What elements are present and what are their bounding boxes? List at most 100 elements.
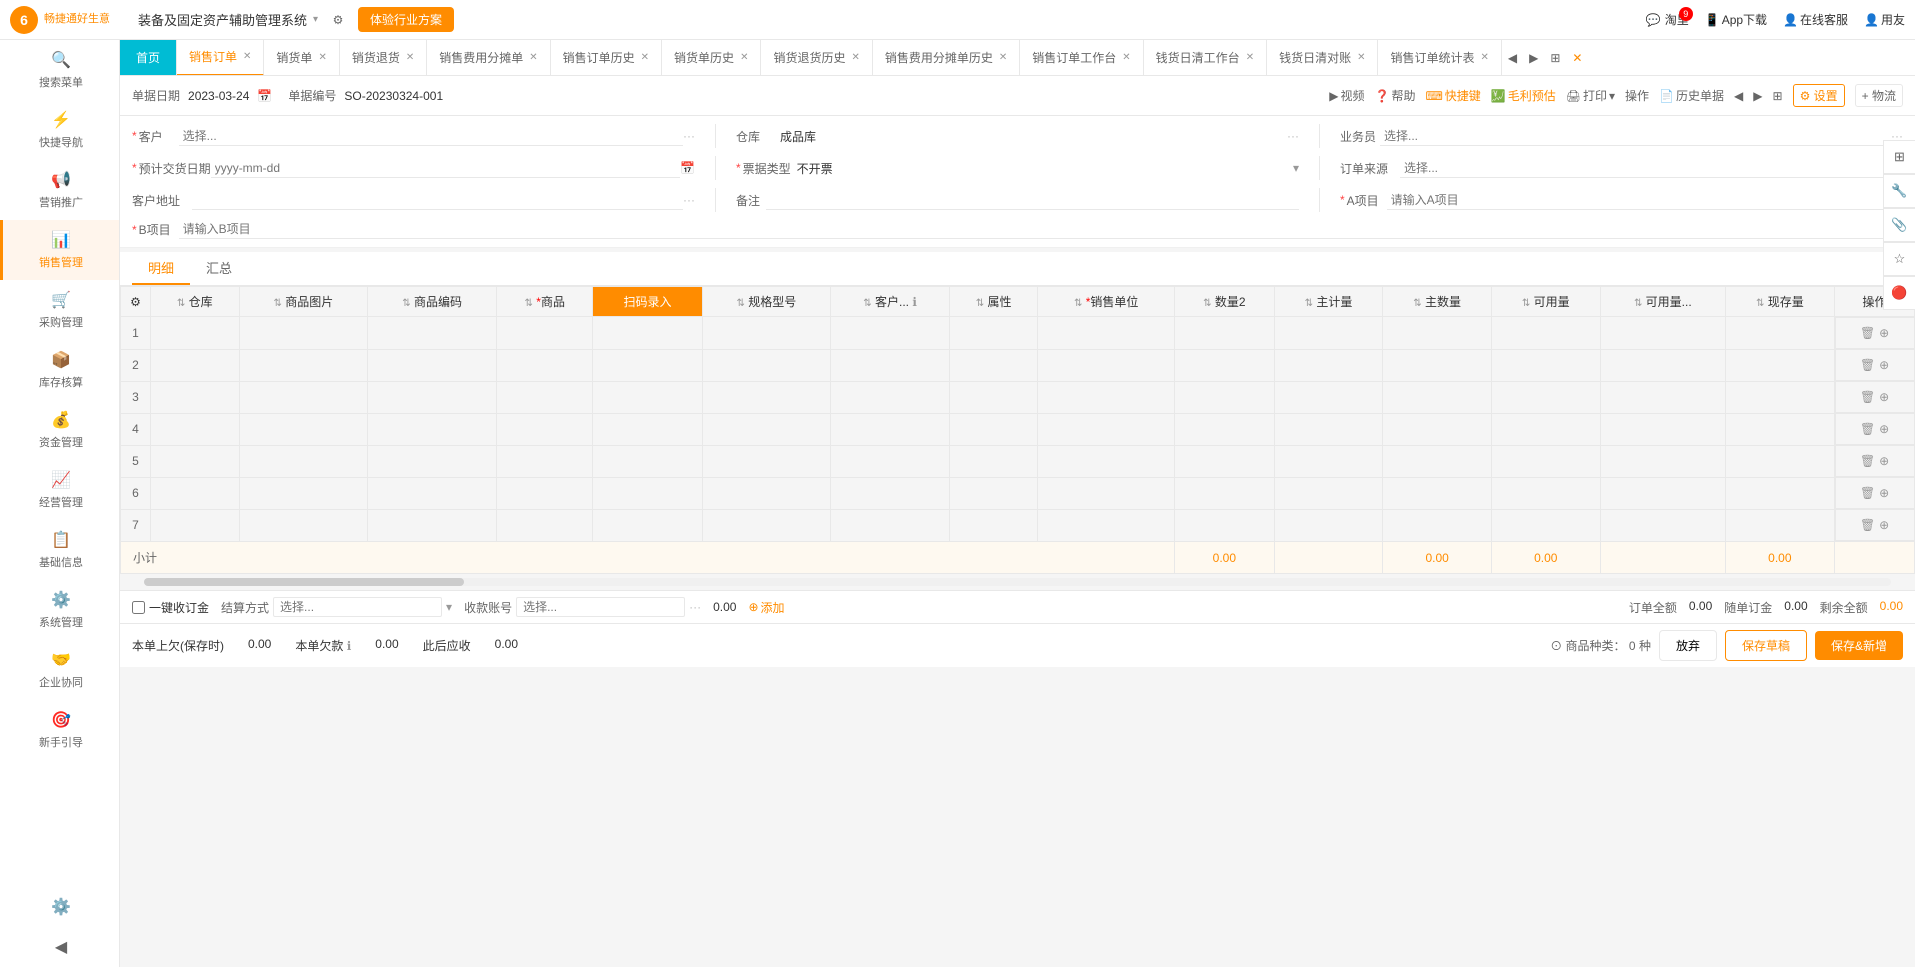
tab-detail[interactable]: 明细 xyxy=(132,252,190,285)
profit-action[interactable]: 💹 毛利预估 xyxy=(1491,87,1556,104)
warehouse-dots-icon[interactable]: ··· xyxy=(1287,129,1299,143)
right-panel-btn-3[interactable]: 📎 xyxy=(1883,208,1915,242)
col-header-gear[interactable]: ⚙ xyxy=(121,287,151,317)
save-draft-button[interactable]: 保存草稿 xyxy=(1725,630,1807,661)
right-panel-btn-1[interactable]: ⊞ xyxy=(1883,140,1915,174)
row-copy-icon[interactable]: ⊕ xyxy=(1879,422,1889,436)
tab-sales-order[interactable]: 销售订单 ✕ xyxy=(177,40,264,76)
sidebar-item-finance[interactable]: 💰 资金管理 xyxy=(0,400,119,460)
video-action[interactable]: ▶ 视频 xyxy=(1329,87,1364,104)
remarks-input[interactable] xyxy=(766,191,1299,210)
discard-button[interactable]: 放弃 xyxy=(1659,630,1717,661)
nav-next-icon[interactable]: ▶ xyxy=(1753,89,1762,103)
dropdown-arrow-icon[interactable]: ▾ xyxy=(313,14,318,25)
tab-daily-reconcile[interactable]: 钱货日清对账 ✕ xyxy=(1267,40,1378,76)
tab-close-icon[interactable]: ✕ xyxy=(851,52,859,63)
notification-area[interactable]: 💬 淘里 9 xyxy=(1646,11,1689,28)
invoice-dropdown-icon[interactable]: ▾ xyxy=(1293,161,1299,175)
sidebar-collapse-button[interactable]: ◀ xyxy=(0,927,119,967)
row-copy-icon[interactable]: ⊕ xyxy=(1879,518,1889,532)
sidebar-item-guide[interactable]: 🎯 新手引导 xyxy=(0,700,119,760)
customer-addr-input[interactable] xyxy=(192,191,683,210)
row-copy-icon[interactable]: ⊕ xyxy=(1879,486,1889,500)
nav-prev-icon[interactable]: ◀ xyxy=(1734,89,1743,103)
right-panel-btn-4[interactable]: ☆ xyxy=(1883,242,1915,276)
sidebar-item-inventory[interactable]: 📦 库存核算 xyxy=(0,340,119,400)
row-copy-icon[interactable]: ⊕ xyxy=(1879,390,1889,404)
industry-button[interactable]: 体验行业方案 xyxy=(358,7,454,32)
tab-summary[interactable]: 汇总 xyxy=(190,252,248,285)
help-action[interactable]: ❓ 帮助 xyxy=(1374,87,1415,104)
tab-close-icon[interactable]: ✕ xyxy=(1122,52,1130,63)
tab-return-history[interactable]: 销货退货历史 ✕ xyxy=(761,40,872,76)
addr-dots-icon[interactable]: ··· xyxy=(683,193,695,207)
tab-slip-history[interactable]: 销货单历史 ✕ xyxy=(662,40,761,76)
deposit-checkbox-input[interactable] xyxy=(132,601,145,614)
row-copy-icon[interactable]: ⊕ xyxy=(1879,454,1889,468)
row-delete-icon[interactable]: 🗑 xyxy=(1860,326,1875,340)
row-copy-icon[interactable]: ⊕ xyxy=(1879,358,1889,372)
sidebar-item-purchase[interactable]: 🛒 采购管理 xyxy=(0,280,119,340)
project-a-input[interactable] xyxy=(1387,191,1903,210)
tab-close-icon[interactable]: ✕ xyxy=(243,51,251,62)
tab-order-workbench[interactable]: 销售订单工作台 ✕ xyxy=(1020,40,1143,76)
add-receipt-button[interactable]: ⊕ 添加 xyxy=(748,599,784,616)
customer-input[interactable] xyxy=(179,127,683,146)
app-download-button[interactable]: 📱 App下载 xyxy=(1705,11,1767,28)
tab-close-icon[interactable]: ✕ xyxy=(999,52,1007,63)
tab-home[interactable]: 首页 xyxy=(120,40,177,76)
settle-method-input[interactable] xyxy=(273,597,442,617)
sidebar-item-system[interactable]: ⚙️ 系统管理 xyxy=(0,580,119,640)
form-settings-button[interactable]: ⚙ 设置 xyxy=(1793,84,1845,107)
save-new-button[interactable]: 保存&新增 xyxy=(1815,631,1903,660)
calendar-icon[interactable]: 📅 xyxy=(257,89,272,103)
one-click-deposit-checkbox[interactable]: 一键收订金 xyxy=(132,599,209,616)
sidebar-item-enterprise[interactable]: 🤝 企业协同 xyxy=(0,640,119,700)
shortcut-action[interactable]: ⌨ 快捷键 xyxy=(1425,87,1480,104)
customer-dots-icon[interactable]: ··· xyxy=(683,129,695,143)
row-copy-icon[interactable]: ⊕ xyxy=(1879,326,1889,340)
tab-close-icon[interactable]: ✕ xyxy=(318,52,326,63)
row-delete-icon[interactable]: 🗑 xyxy=(1860,422,1875,436)
tab-order-stats[interactable]: 销售订单统计表 ✕ xyxy=(1378,40,1501,76)
receipt-dots-icon[interactable]: ··· xyxy=(689,600,701,614)
row-delete-icon[interactable]: 🗑 xyxy=(1860,518,1875,532)
online-service-button[interactable]: 👤 在线客服 xyxy=(1783,11,1848,28)
salesperson-input[interactable] xyxy=(1380,127,1891,146)
print-action[interactable]: 🖨 打印 ▾ xyxy=(1566,87,1615,104)
tab-next-button[interactable]: ▶ xyxy=(1523,40,1544,76)
sidebar-item-quick-nav[interactable]: ⚡ 快捷导航 xyxy=(0,100,119,160)
row-delete-icon[interactable]: 🗑 xyxy=(1860,486,1875,500)
tab-close-icon[interactable]: ✕ xyxy=(529,52,537,63)
sidebar-item-basic-info[interactable]: 📋 基础信息 xyxy=(0,520,119,580)
settle-dropdown-icon[interactable]: ▾ xyxy=(446,600,452,614)
this-amount-info-icon[interactable]: ℹ xyxy=(347,639,352,653)
table-scrollbar[interactable] xyxy=(120,574,1915,590)
tab-sales-slip[interactable]: 销货单 ✕ xyxy=(264,40,339,76)
row-delete-icon[interactable]: 🗑 xyxy=(1860,358,1875,372)
calendar-date-icon[interactable]: 📅 xyxy=(680,161,695,175)
row-delete-icon[interactable]: 🗑 xyxy=(1860,390,1875,404)
right-panel-btn-2[interactable]: 🔧 xyxy=(1883,174,1915,208)
expected-date-input[interactable] xyxy=(211,159,680,178)
tab-menu-button[interactable]: ⊞ xyxy=(1544,40,1566,76)
receipt-account-input[interactable] xyxy=(516,597,685,617)
sidebar-item-operations[interactable]: 📈 经营管理 xyxy=(0,460,119,520)
tab-close-icon[interactable]: ✕ xyxy=(740,52,748,63)
tab-close-all-button[interactable]: ✕ xyxy=(1566,40,1588,76)
order-source-input[interactable] xyxy=(1400,159,1897,178)
tab-close-icon[interactable]: ✕ xyxy=(1246,52,1254,63)
sidebar-settings-button[interactable]: ⚙️ xyxy=(0,887,119,927)
project-b-input[interactable] xyxy=(179,220,1903,239)
sidebar-item-marketing[interactable]: 📢 营销推广 xyxy=(0,160,119,220)
tab-return[interactable]: 销货退货 ✕ xyxy=(340,40,427,76)
sidebar-item-sales[interactable]: 📊 销售管理 xyxy=(0,220,119,280)
user-menu-button[interactable]: 👤 用友 xyxy=(1864,11,1905,28)
tab-close-icon[interactable]: ✕ xyxy=(1481,52,1489,63)
history-action[interactable]: 📄 历史单据 xyxy=(1659,87,1724,104)
grid-view-icon[interactable]: ⊞ xyxy=(1773,89,1783,103)
right-panel-btn-5[interactable]: 🔴 xyxy=(1883,276,1915,310)
operation-action[interactable]: 操作 xyxy=(1625,87,1649,104)
row-delete-icon[interactable]: 🗑 xyxy=(1860,454,1875,468)
add-material-button[interactable]: + 物流 xyxy=(1855,84,1903,107)
